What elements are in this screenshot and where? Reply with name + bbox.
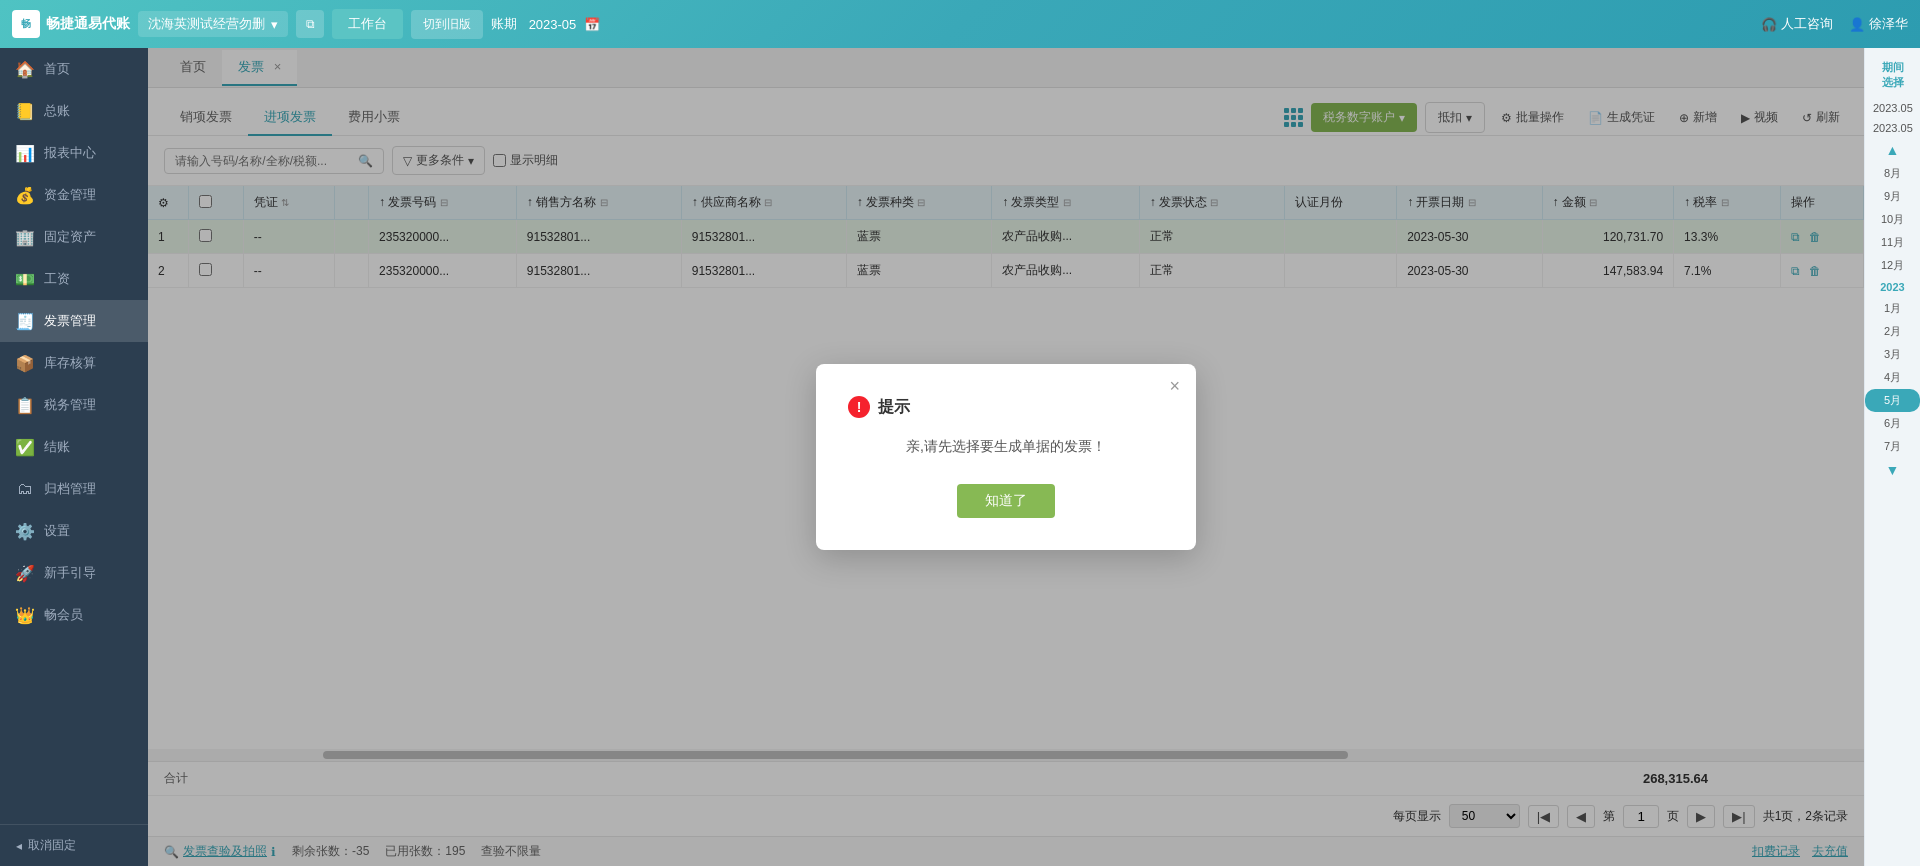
company-name: 沈海英测试经营勿删 (148, 15, 265, 33)
period-item-7m[interactable]: 7月 (1865, 435, 1920, 458)
period-item-12m[interactable]: 12月 (1865, 254, 1920, 277)
pin-icon: ◂ (16, 839, 22, 853)
sidebar-item-home[interactable]: 🏠 首页 (0, 48, 148, 90)
modal-overlay: × ! 提示 亲,请先选择要生成单据的发票！ 知道了 (148, 48, 1864, 866)
settlement-icon: ✅ (16, 438, 34, 456)
period-item-2023[interactable]: 2023 (1865, 277, 1920, 297)
workbench-button[interactable]: 工作台 (332, 9, 403, 39)
sidebar-item-reports[interactable]: 📊 报表中心 (0, 132, 148, 174)
period-display: 账期 2023-05 📅 (491, 15, 600, 33)
period-panel-title: 期间选择 (1878, 56, 1908, 98)
top-right-area: 🎧 人工咨询 👤 徐泽华 (1761, 15, 1908, 33)
warning-icon: ! (848, 396, 870, 418)
archive-icon: 🗂 (16, 480, 34, 498)
modal-confirm-button[interactable]: 知道了 (957, 484, 1055, 518)
period-item-6m[interactable]: 6月 (1865, 412, 1920, 435)
member-icon: 👑 (16, 606, 34, 624)
chevron-down-icon: ▾ (271, 17, 278, 32)
period-item-9m[interactable]: 9月 (1865, 185, 1920, 208)
period-item-0[interactable]: 2023.05 (1865, 98, 1920, 118)
sidebar-item-settlement[interactable]: ✅ 结账 (0, 426, 148, 468)
cancel-fixed-button[interactable]: ◂ 取消固定 (0, 824, 148, 866)
user-info[interactable]: 👤 徐泽华 (1849, 15, 1908, 33)
finance-icon: 💰 (16, 186, 34, 204)
assets-icon: 🏢 (16, 228, 34, 246)
tax-icon: 📋 (16, 396, 34, 414)
sidebar-item-settings[interactable]: ⚙️ 设置 (0, 510, 148, 552)
sidebar-item-assets[interactable]: 🏢 固定资产 (0, 216, 148, 258)
modal-title-area: ! 提示 (848, 396, 1164, 418)
reports-icon: 📊 (16, 144, 34, 162)
guide-icon: 🚀 (16, 564, 34, 582)
sidebar-item-tax[interactable]: 📋 税务管理 (0, 384, 148, 426)
user-avatar-icon: 👤 (1849, 17, 1865, 32)
period-value: 2023-05 (529, 17, 577, 32)
period-item-1[interactable]: 2023.05 (1865, 118, 1920, 138)
sidebar: 🏠 首页 📒 总账 📊 报表中心 💰 资金管理 🏢 固定资产 💵 工资 (0, 48, 148, 866)
modal-dialog: × ! 提示 亲,请先选择要生成单据的发票！ 知道了 (816, 364, 1196, 550)
sidebar-item-archive[interactable]: 🗂 归档管理 (0, 468, 148, 510)
sidebar-item-member[interactable]: 👑 畅会员 (0, 594, 148, 636)
period-item-11m[interactable]: 11月 (1865, 231, 1920, 254)
inventory-icon: 📦 (16, 354, 34, 372)
period-panel: 期间选择 2023.05 2023.05 ▲ 8月 9月 10月 11月 12月… (1864, 48, 1920, 866)
modal-message: 亲,请先选择要生成单据的发票！ (848, 438, 1164, 456)
modal-close-button[interactable]: × (1169, 376, 1180, 397)
period-item-10m[interactable]: 10月 (1865, 208, 1920, 231)
period-item-4m[interactable]: 4月 (1865, 366, 1920, 389)
service-button[interactable]: 🎧 人工咨询 (1761, 15, 1833, 33)
headset-icon: 🎧 (1761, 17, 1777, 32)
app-logo: 畅 畅捷通易代账 (12, 10, 130, 38)
settings-icon: ⚙️ (16, 522, 34, 540)
sidebar-item-guide[interactable]: 🚀 新手引导 (0, 552, 148, 594)
sidebar-item-invoice[interactable]: 🧾 发票管理 (0, 300, 148, 342)
period-item-1m[interactable]: 1月 (1865, 297, 1920, 320)
sidebar-item-salary[interactable]: 💵 工资 (0, 258, 148, 300)
scroll-down-icon[interactable]: ▼ (1882, 458, 1904, 482)
salary-icon: 💵 (16, 270, 34, 288)
invoice-icon: 🧾 (16, 312, 34, 330)
home-icon: 🏠 (16, 60, 34, 78)
period-item-5m[interactable]: 5月 (1865, 389, 1920, 412)
ledger-icon: 📒 (16, 102, 34, 120)
period-item-8m[interactable]: 8月 (1865, 162, 1920, 185)
content-area: 首页 发票 × 销项发票 进项发票 费用小票 (148, 48, 1864, 866)
copy-button[interactable]: ⧉ (296, 10, 324, 38)
period-item-2m[interactable]: 2月 (1865, 320, 1920, 343)
switch-version-button[interactable]: 切到旧版 (411, 10, 483, 39)
company-selector[interactable]: 沈海英测试经营勿删 ▾ (138, 11, 288, 37)
calendar-icon[interactable]: 📅 (584, 17, 600, 32)
sidebar-item-finance[interactable]: 💰 资金管理 (0, 174, 148, 216)
period-item-3m[interactable]: 3月 (1865, 343, 1920, 366)
sidebar-item-ledger[interactable]: 📒 总账 (0, 90, 148, 132)
sidebar-item-inventory[interactable]: 📦 库存核算 (0, 342, 148, 384)
logo-icon: 畅 (12, 10, 40, 38)
scroll-up-icon[interactable]: ▲ (1882, 138, 1904, 162)
modal-title: 提示 (878, 397, 910, 418)
app-name: 畅捷通易代账 (46, 15, 130, 33)
